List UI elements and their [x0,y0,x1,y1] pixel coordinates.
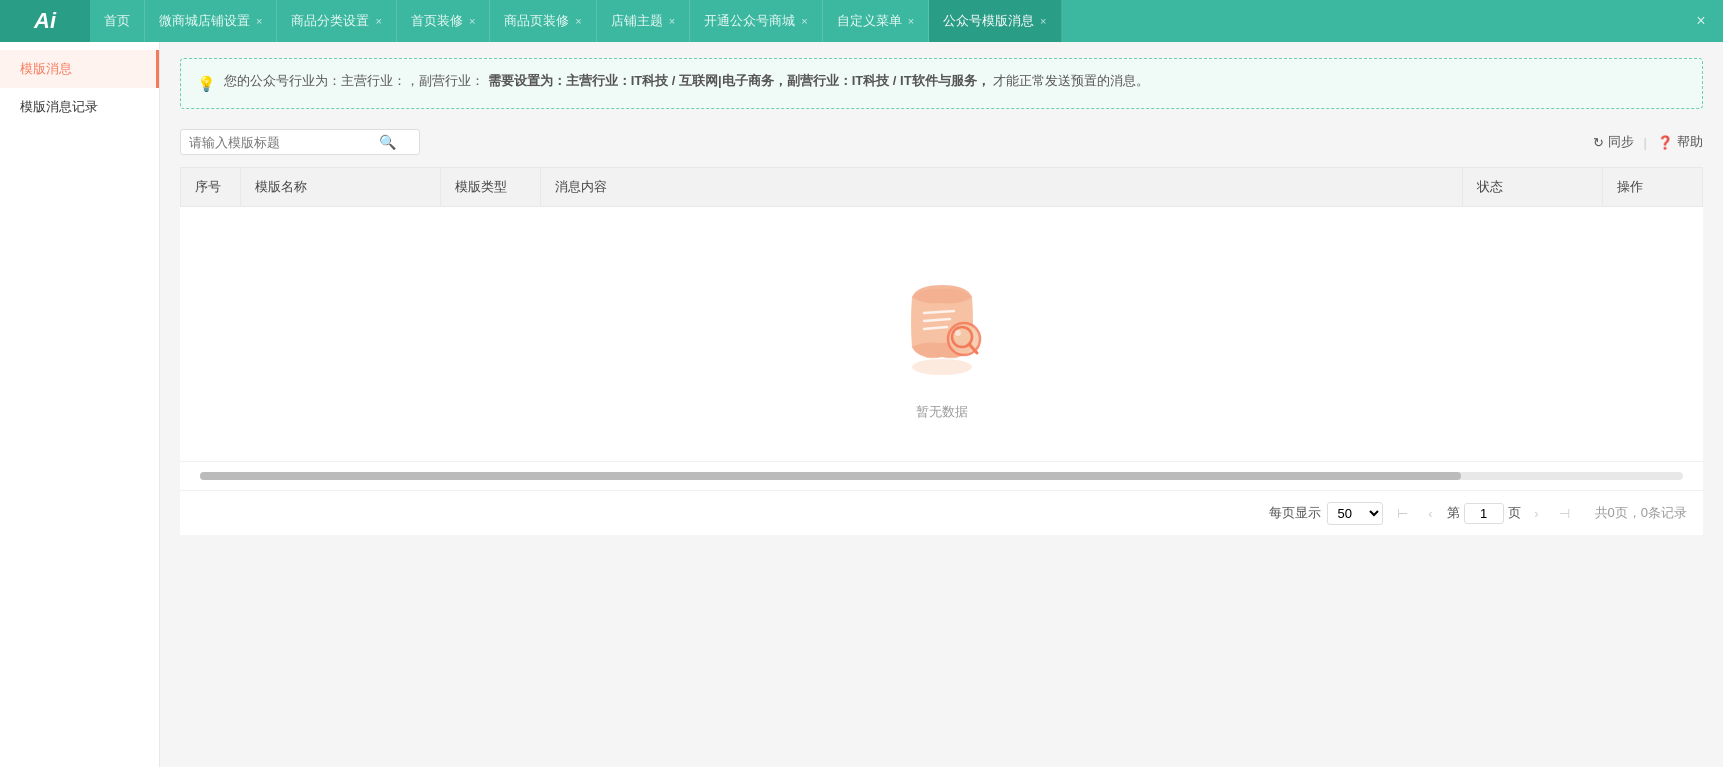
col-status: 状态 [1463,168,1603,207]
sync-button[interactable]: ↻ 同步 [1593,133,1634,151]
help-button[interactable]: ❓ 帮助 [1657,133,1703,151]
last-page-button[interactable]: ⊣ [1553,501,1577,525]
tab-close-wechat-shop[interactable]: × [801,15,807,27]
sidebar-item-template[interactable]: 模版消息 [0,50,159,88]
main-layout: 模版消息模版消息记录 💡 您的公众号行业为：主营行业：，副营行业： 需要设置为：… [0,42,1723,767]
page-size-selector: 每页显示 102050100 [1269,502,1383,525]
app-logo: Ai [0,0,90,42]
sidebar: 模版消息模版消息记录 [0,42,160,767]
prev-page-button[interactable]: ‹ [1419,501,1443,525]
notice-highlight: 需要设置为：主营行业：IT科技 / 互联网|电子商务，副营行业：IT科技 / I… [488,73,990,88]
tab-close-custom-menu[interactable]: × [908,15,914,27]
tab-close-product-page[interactable]: × [575,15,581,27]
notice-banner: 💡 您的公众号行业为：主营行业：，副营行业： 需要设置为：主营行业：IT科技 /… [180,58,1703,109]
search-input[interactable] [189,135,379,150]
tab-homepage[interactable]: 首页装修× [397,0,490,42]
next-page-button[interactable]: › [1525,501,1549,525]
page-size-select[interactable]: 102050100 [1327,502,1383,525]
tab-custom-menu[interactable]: 自定义菜单× [823,0,929,42]
page-label-post: 页 [1508,504,1521,522]
help-icon: ❓ [1657,135,1673,150]
empty-illustration [882,267,1002,387]
pagination: 每页显示 102050100 ⊢ ‹ 第 页 › ⊣ 共0页，0条记录 [180,490,1703,535]
page-label-pre: 第 [1447,504,1460,522]
tab-list: 首页微商城店铺设置×商品分类设置×首页装修×商品页装修×店铺主题×开通公众号商城… [90,0,1691,42]
sync-label: 同步 [1608,133,1634,151]
topbar: Ai 首页微商城店铺设置×商品分类设置×首页装修×商品页装修×店铺主题×开通公众… [0,0,1723,42]
svg-point-0 [912,359,972,375]
total-info: 共0页，0条记录 [1595,504,1687,522]
notice-icon: 💡 [197,72,216,96]
svg-point-7 [955,330,961,336]
tab-wechat-shop[interactable]: 开通公众号商城× [690,0,822,42]
tab-template-msg[interactable]: 公众号模版消息× [929,0,1061,42]
col-type: 模版类型 [441,168,541,207]
tab-close-homepage[interactable]: × [469,15,475,27]
first-page-button[interactable]: ⊢ [1391,501,1415,525]
tab-close-template-msg[interactable]: × [1040,15,1046,27]
toolbar-divider: | [1644,135,1647,150]
scrollbar-thumb[interactable] [200,472,1461,480]
empty-text: 暂无数据 [916,403,968,421]
sidebar-item-template-log[interactable]: 模版消息记录 [0,88,159,126]
toolbar-right: ↻ 同步 | ❓ 帮助 [1593,133,1703,151]
search-icon[interactable]: 🔍 [379,134,396,150]
help-label: 帮助 [1677,133,1703,151]
empty-state: 暂无数据 [180,207,1703,461]
tab-wshop[interactable]: 微商城店铺设置× [145,0,277,42]
page-input[interactable] [1464,503,1504,524]
tab-home[interactable]: 首页 [90,0,145,42]
sync-icon: ↻ [1593,135,1604,150]
tab-product-page[interactable]: 商品页装修× [490,0,596,42]
col-content: 消息内容 [541,168,1463,207]
page-size-label: 每页显示 [1269,504,1321,522]
tab-theme[interactable]: 店铺主题× [597,0,690,42]
page-nav: ⊢ ‹ 第 页 › ⊣ [1391,501,1577,525]
col-name: 模版名称 [241,168,441,207]
tab-close-category[interactable]: × [375,15,381,27]
scrollbar-area [180,461,1703,490]
search-bar: 🔍 ↻ 同步 | ❓ 帮助 [180,129,1703,155]
col-action: 操作 [1603,168,1703,207]
scrollbar-track[interactable] [200,472,1683,480]
content-area: 💡 您的公众号行业为：主营行业：，副营行业： 需要设置为：主营行业：IT科技 /… [160,42,1723,767]
tab-close-theme[interactable]: × [669,15,675,27]
col-index: 序号 [181,168,241,207]
close-all-button[interactable]: × [1691,12,1711,30]
tab-category[interactable]: 商品分类设置× [277,0,396,42]
search-input-wrap: 🔍 [180,129,420,155]
data-table: 序号模版名称模版类型消息内容状态操作 [180,167,1703,207]
notice-text: 您的公众号行业为：主营行业：，副营行业： 需要设置为：主营行业：IT科技 / 互… [224,71,1149,92]
tab-close-wshop[interactable]: × [256,15,262,27]
